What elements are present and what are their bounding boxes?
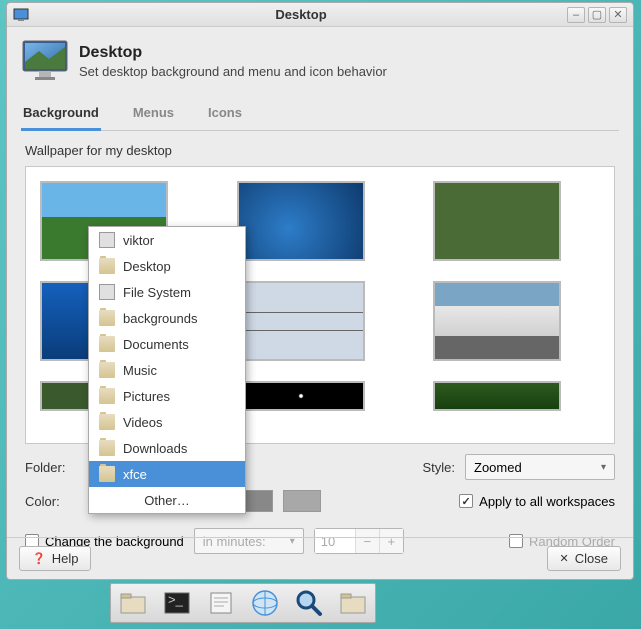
dropdown-item-pictures[interactable]: Pictures xyxy=(89,383,245,409)
folder-icon xyxy=(99,310,115,326)
folder-icon xyxy=(99,258,115,274)
chevron-down-icon: ▾ xyxy=(601,462,606,473)
titlebar[interactable]: Desktop – ▢ ✕ xyxy=(7,3,633,27)
dropdown-item-filesystem[interactable]: File System xyxy=(89,279,245,305)
dropdown-item-other[interactable]: Other… xyxy=(89,487,245,513)
taskbar-search[interactable] xyxy=(293,588,325,618)
dropdown-item-backgrounds[interactable]: backgrounds xyxy=(89,305,245,331)
dropdown-item-documents[interactable]: Documents xyxy=(89,331,245,357)
color-swatch[interactable] xyxy=(283,490,321,512)
dropdown-item-viktor[interactable]: viktor xyxy=(89,227,245,253)
wallpaper-thumb[interactable] xyxy=(433,181,561,261)
help-button[interactable]: ❓ Help xyxy=(19,546,91,571)
folder-icon xyxy=(99,362,115,378)
home-icon xyxy=(99,232,115,248)
footer: ❓ Help ✕ Close xyxy=(7,537,633,579)
taskbar-terminal[interactable]: >_ xyxy=(161,588,193,618)
wallpaper-thumb[interactable] xyxy=(237,381,365,411)
wallpaper-label: Wallpaper for my desktop xyxy=(25,143,615,158)
tabs: Background Menus Icons xyxy=(21,95,619,131)
drive-icon xyxy=(99,284,115,300)
apply-all-checkbox[interactable] xyxy=(459,494,473,508)
apply-all-label: Apply to all workspaces xyxy=(479,494,615,509)
folder-icon xyxy=(99,466,115,482)
wallpaper-thumb[interactable] xyxy=(237,181,365,261)
wallpaper-thumb[interactable] xyxy=(433,381,561,411)
style-value: Zoomed xyxy=(474,460,522,475)
app-icon xyxy=(13,7,29,23)
close-icon: ✕ xyxy=(560,552,569,565)
dropdown-item-videos[interactable]: Videos xyxy=(89,409,245,435)
maximize-button[interactable]: ▢ xyxy=(588,7,606,23)
dropdown-item-desktop[interactable]: Desktop xyxy=(89,253,245,279)
header: Desktop Set desktop background and menu … xyxy=(7,27,633,95)
page-title: Desktop xyxy=(79,44,387,62)
wallpaper-thumb[interactable] xyxy=(237,281,365,361)
folder-icon xyxy=(99,336,115,352)
taskbar-browser[interactable] xyxy=(249,588,281,618)
close-window-button[interactable]: ✕ xyxy=(609,7,627,23)
dropdown-item-music[interactable]: Music xyxy=(89,357,245,383)
tab-icons[interactable]: Icons xyxy=(206,99,244,130)
tab-menus[interactable]: Menus xyxy=(131,99,176,130)
monitor-icon xyxy=(21,37,69,85)
folder-icon xyxy=(99,414,115,430)
window-title: Desktop xyxy=(35,7,567,22)
folder-icon xyxy=(99,388,115,404)
taskbar: >_ xyxy=(110,583,376,623)
close-button[interactable]: ✕ Close xyxy=(547,546,621,571)
folder-icon xyxy=(99,440,115,456)
taskbar-folder[interactable] xyxy=(337,588,369,618)
taskbar-filemanager[interactable] xyxy=(117,588,149,618)
minimize-button[interactable]: – xyxy=(567,7,585,23)
style-label: Style: xyxy=(422,460,455,475)
folder-label: Folder: xyxy=(25,460,75,475)
help-icon: ❓ xyxy=(32,552,46,565)
color-label: Color: xyxy=(25,494,75,509)
tab-background[interactable]: Background xyxy=(21,99,101,131)
wallpaper-thumb[interactable] xyxy=(433,281,561,361)
dropdown-item-xfce[interactable]: xfce xyxy=(89,461,245,487)
style-combo[interactable]: Zoomed ▾ xyxy=(465,454,615,480)
svg-text:>_: >_ xyxy=(168,592,184,607)
taskbar-editor[interactable] xyxy=(205,588,237,618)
dropdown-item-downloads[interactable]: Downloads xyxy=(89,435,245,461)
page-subtitle: Set desktop background and menu and icon… xyxy=(79,64,387,79)
folder-dropdown: viktor Desktop File System backgrounds D… xyxy=(88,226,246,514)
